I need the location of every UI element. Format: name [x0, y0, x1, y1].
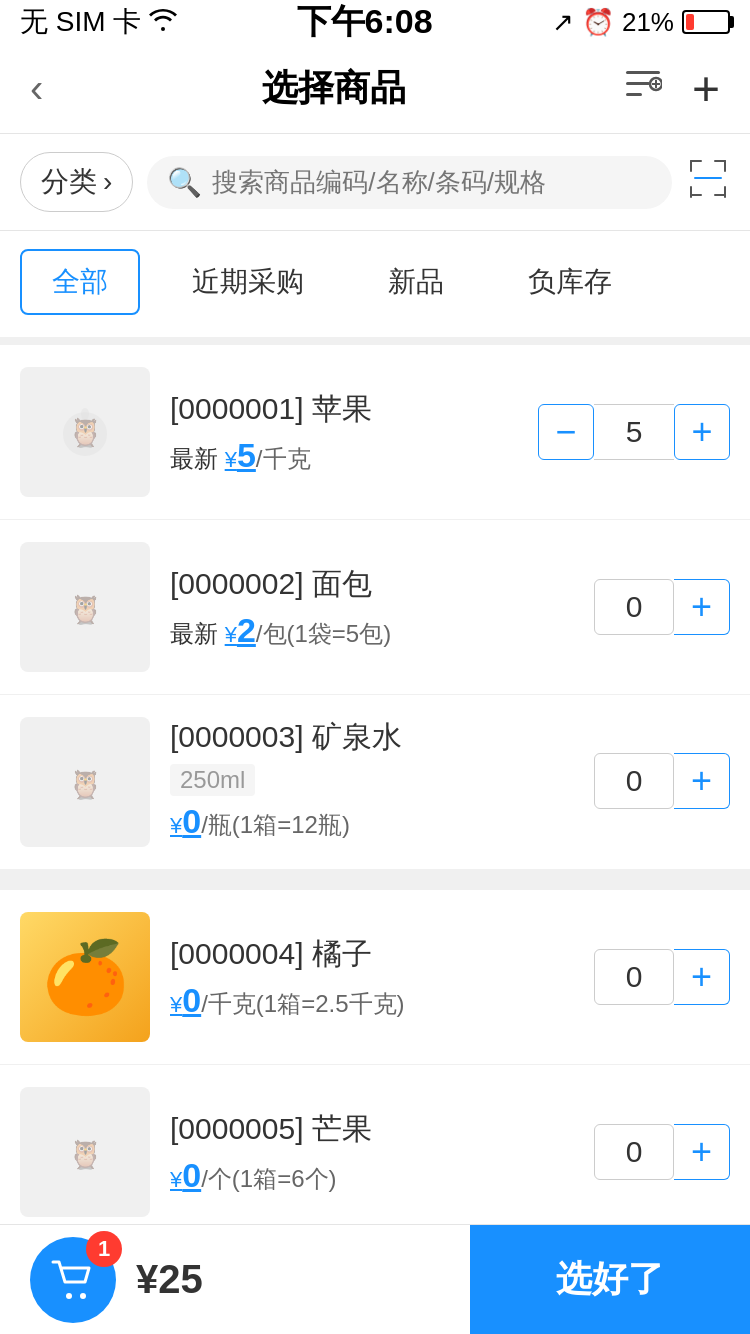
svg-text:🦉: 🦉 [68, 768, 103, 801]
list-item: 🦉 [0000005] 芒果 ¥0/个(1箱=6个) + [0, 1065, 750, 1240]
search-input[interactable] [212, 167, 652, 198]
product-info: [0000005] 芒果 ¥0/个(1箱=6个) [170, 1109, 574, 1195]
product-name: [0000001] 苹果 [170, 389, 518, 430]
product-info: [0000003] 矿泉水 250ml ¥0/瓶(1箱=12瓶) [170, 717, 574, 841]
list-item: 🦉 [0000003] 矿泉水 250ml ¥0/瓶(1箱=12瓶) + [0, 695, 750, 870]
increment-button[interactable]: + [674, 404, 730, 460]
filter-tabs: 全部 近期采购 新品 负库存 [0, 231, 750, 345]
bottom-bar: 1 ¥25 选好了 [0, 1224, 750, 1334]
category-button[interactable]: 分类 › [20, 152, 133, 212]
cart-total: ¥25 [136, 1257, 203, 1302]
list-item: 🦉 [0000001] 苹果 最新 ¥5/千克 − + [0, 345, 750, 520]
product-price: 最新 ¥5/千克 [170, 436, 518, 475]
quantity-input[interactable] [594, 1124, 674, 1180]
separator [0, 870, 750, 890]
svg-rect-14 [694, 177, 722, 179]
product-name: [0000002] 面包 [170, 564, 574, 605]
category-label: 分类 [41, 163, 97, 201]
svg-rect-1 [626, 82, 650, 85]
wifi-icon [149, 6, 177, 38]
increment-button[interactable]: + [674, 753, 730, 809]
location-icon: ↗ [552, 7, 574, 38]
alarm-icon: ⏰ [582, 7, 614, 38]
quantity-input[interactable] [594, 949, 674, 1005]
product-name: [0000003] 矿泉水 [170, 717, 574, 758]
product-info: [0000001] 苹果 最新 ¥5/千克 [170, 389, 518, 475]
increment-button[interactable]: + [674, 1124, 730, 1180]
product-info: [0000004] 橘子 ¥0/千克(1箱=2.5千克) [170, 934, 574, 1020]
product-price: 最新 ¥2/包(1袋=5包) [170, 611, 574, 650]
quantity-stepper: + [594, 1124, 730, 1180]
cart-icon[interactable]: 1 [30, 1237, 116, 1323]
search-icon: 🔍 [167, 166, 202, 199]
svg-text:🦉: 🦉 [68, 416, 103, 449]
svg-rect-11 [690, 186, 692, 198]
battery-percent: 21% [622, 7, 674, 38]
product-info: [0000002] 面包 最新 ¥2/包(1袋=5包) [170, 564, 574, 650]
tab-all[interactable]: 全部 [20, 249, 140, 315]
status-left: 无 SIM 卡 [20, 3, 177, 41]
quantity-stepper: + [594, 753, 730, 809]
svg-rect-0 [626, 71, 660, 74]
quantity-stepper: + [594, 579, 730, 635]
product-price: ¥0/瓶(1箱=12瓶) [170, 802, 574, 841]
product-list: 🦉 [0000001] 苹果 最新 ¥5/千克 − + 🦉 [00 [0, 345, 750, 1334]
svg-point-24 [80, 1293, 86, 1299]
quantity-stepper: + [594, 949, 730, 1005]
quantity-input[interactable] [594, 404, 674, 460]
svg-text:🦉: 🦉 [68, 593, 103, 626]
filter-icon[interactable] [624, 67, 662, 110]
product-name: [0000005] 芒果 [170, 1109, 574, 1150]
decrement-button[interactable]: − [538, 404, 594, 460]
svg-rect-2 [626, 93, 642, 96]
product-price: ¥0/千克(1箱=2.5千克) [170, 981, 574, 1020]
tab-recent[interactable]: 近期采购 [160, 249, 336, 315]
list-item: 🦉 [0000002] 面包 最新 ¥2/包(1袋=5包) + [0, 520, 750, 695]
product-thumbnail: 🦉 [20, 542, 150, 672]
search-input-wrap: 🔍 [147, 156, 672, 209]
increment-button[interactable]: + [674, 579, 730, 635]
tab-new[interactable]: 新品 [356, 249, 476, 315]
increment-button[interactable]: + [674, 949, 730, 1005]
cart-section: 1 ¥25 [0, 1237, 470, 1323]
svg-rect-7 [690, 160, 692, 172]
status-time: 下午6:08 [297, 0, 433, 45]
svg-rect-13 [724, 186, 726, 198]
svg-rect-9 [724, 160, 726, 172]
svg-point-23 [66, 1293, 72, 1299]
quantity-stepper: − + [538, 404, 730, 460]
battery-icon [682, 10, 730, 34]
add-button[interactable]: + [692, 61, 720, 116]
cart-badge: 1 [86, 1231, 122, 1267]
product-thumbnail: 🍊 [20, 912, 150, 1042]
product-thumbnail: 🦉 [20, 1087, 150, 1217]
confirm-button[interactable]: 选好了 [470, 1225, 750, 1335]
status-right: ↗ ⏰ 21% [552, 7, 730, 38]
scan-icon[interactable] [686, 156, 730, 209]
product-thumbnail: 🦉 [20, 367, 150, 497]
status-bar: 无 SIM 卡 下午6:08 ↗ ⏰ 21% [0, 0, 750, 44]
list-item: 🍊 [0000004] 橘子 ¥0/千克(1箱=2.5千克) + [0, 890, 750, 1065]
tab-negative-stock[interactable]: 负库存 [496, 249, 644, 315]
product-name: [0000004] 橘子 [170, 934, 574, 975]
category-arrow: › [103, 166, 112, 198]
svg-text:🦉: 🦉 [68, 1138, 103, 1171]
product-price: ¥0/个(1箱=6个) [170, 1156, 574, 1195]
product-thumbnail: 🦉 [20, 717, 150, 847]
back-button[interactable]: ‹ [30, 66, 43, 111]
quantity-input[interactable] [594, 579, 674, 635]
nav-actions: + [624, 61, 720, 116]
carrier-text: 无 SIM 卡 [20, 3, 141, 41]
nav-bar: ‹ 选择商品 + [0, 44, 750, 134]
page-title: 选择商品 [262, 64, 406, 113]
search-bar: 分类 › 🔍 [0, 134, 750, 231]
quantity-input[interactable] [594, 753, 674, 809]
product-spec: 250ml [170, 764, 255, 796]
